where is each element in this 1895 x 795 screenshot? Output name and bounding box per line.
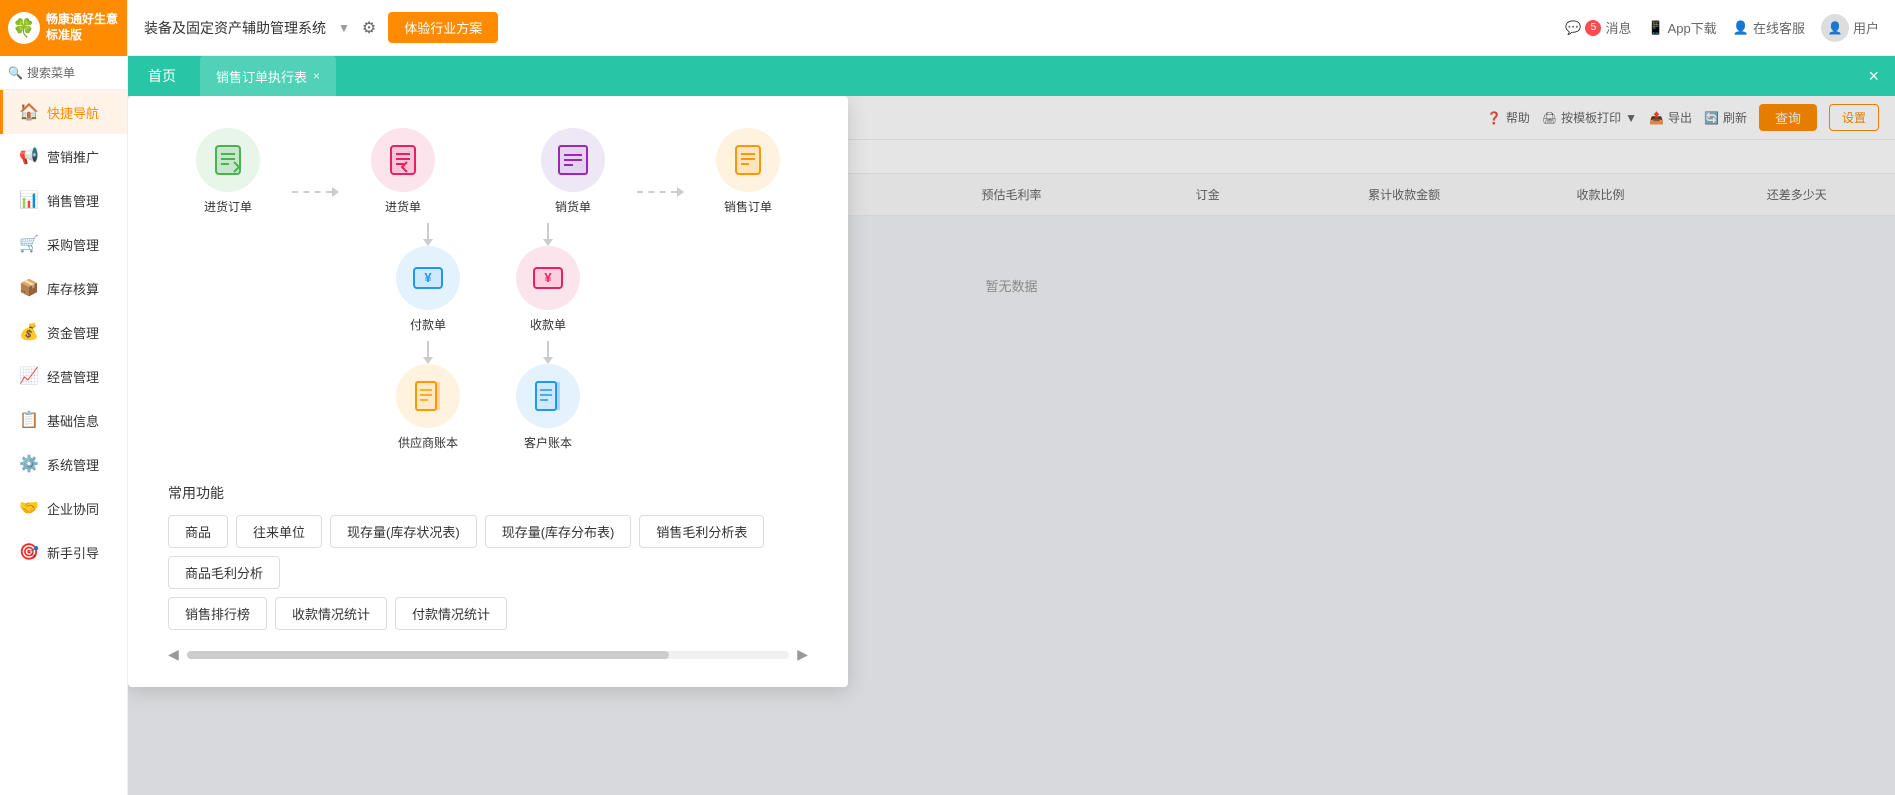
sales-bill-circle[interactable] xyxy=(541,128,605,192)
modal-overlay: 进货订单 进货单 xyxy=(128,96,1895,795)
flow-modal: 进货订单 进货单 xyxy=(128,96,848,687)
header-right: 💬 5 消息 📱 App下载 👤 在线客服 👤 用户 xyxy=(1565,14,1879,42)
sidebar-item-inventory[interactable]: 📦 库存核算 xyxy=(0,266,127,310)
payment-circle[interactable]: ¥ xyxy=(396,246,460,310)
phone-icon: 📱 xyxy=(1647,20,1663,36)
cf-btn-sales-rank[interactable]: 销售排行榜 xyxy=(168,597,267,630)
sidebar-item-quick-nav[interactable]: 🏠 快捷导航 xyxy=(0,90,127,134)
sales-icon: 📊 xyxy=(19,190,39,210)
logo-icon: 🍀 xyxy=(8,12,40,44)
svg-text:¥: ¥ xyxy=(424,270,432,285)
modal-scrollbar: ◀ ▶ xyxy=(168,646,808,663)
flow-node-purchase-bill[interactable]: 进货单 xyxy=(343,128,463,215)
guide-icon: 🎯 xyxy=(19,542,39,562)
sidebar-nav: 🏠 快捷导航 📢 营销推广 📊 销售管理 🛒 采购管理 📦 库存核算 💰 资金管… xyxy=(0,90,127,795)
purchase-bill-circle[interactable] xyxy=(371,128,435,192)
enterprise-icon: 🤝 xyxy=(19,498,39,518)
arrow-sales-order-to-bill xyxy=(633,187,688,197)
service-icon: 👤 xyxy=(1733,20,1749,36)
common-functions: 常用功能 商品 往来单位 现存量(库存状况表) 现存量(库存分布表) 销售毛利分… xyxy=(168,483,808,630)
sidebar-logo: 🍀 畅康通好生意 标准版 xyxy=(0,0,127,56)
gear-icon[interactable]: ⚙ xyxy=(362,18,376,38)
tab-bar-close-icon[interactable]: × xyxy=(1852,66,1895,87)
flow-node-customer-ledger[interactable]: 客户账本 xyxy=(488,364,608,451)
sidebar-item-guide[interactable]: 🎯 新手引导 xyxy=(0,530,127,574)
sidebar-item-basic-info[interactable]: 📋 基础信息 xyxy=(0,398,127,442)
sidebar-item-sales[interactable]: 📊 销售管理 xyxy=(0,178,127,222)
tab-home[interactable]: 首页 xyxy=(128,56,196,96)
message-item[interactable]: 💬 5 消息 xyxy=(1565,18,1631,37)
cf-btn-payment-stats[interactable]: 付款情况统计 xyxy=(395,597,507,630)
sidebar-item-finance[interactable]: 💰 资金管理 xyxy=(0,310,127,354)
top-header: 装备及固定资产辅助管理系统 ▼ ⚙ 体验行业方案 💬 5 消息 📱 App下载 … xyxy=(128,0,1895,56)
cf-btn-stock-status[interactable]: 现存量(库存状况表) xyxy=(330,515,477,548)
cf-btn-product[interactable]: 商品 xyxy=(168,515,228,548)
cf-btn-sales-profit[interactable]: 销售毛利分析表 xyxy=(639,515,764,548)
flow-node-supplier-ledger[interactable]: 供应商账本 xyxy=(368,364,488,451)
scroll-right-icon[interactable]: ▶ xyxy=(797,646,808,663)
sidebar-search[interactable]: 🔍 搜索菜单 xyxy=(0,56,127,90)
flow-node-purchase-order[interactable]: 进货订单 xyxy=(168,128,288,215)
sidebar-item-enterprise[interactable]: 🤝 企业协同 xyxy=(0,486,127,530)
user-item[interactable]: 👤 用户 xyxy=(1821,14,1879,42)
sidebar-item-purchase[interactable]: 🛒 采购管理 xyxy=(0,222,127,266)
scrollbar-track[interactable] xyxy=(187,651,789,659)
service-item[interactable]: 👤 在线客服 xyxy=(1733,18,1805,37)
home-icon: 🏠 xyxy=(19,102,39,122)
common-functions-title: 常用功能 xyxy=(168,483,808,503)
sidebar-item-marketing[interactable]: 📢 营销推广 xyxy=(0,134,127,178)
inventory-icon: 📦 xyxy=(19,278,39,298)
cf-buttons-row2: 销售排行榜 收款情况统计 付款情况统计 xyxy=(168,597,808,630)
search-icon: 🔍 xyxy=(8,66,23,80)
system-icon: ⚙️ xyxy=(19,454,39,474)
supplier-ledger-circle[interactable] xyxy=(396,364,460,428)
svg-text:¥: ¥ xyxy=(544,270,552,285)
flow-node-sales-order[interactable]: 销售订单 xyxy=(688,128,808,215)
operations-icon: 📈 xyxy=(19,366,39,386)
customer-ledger-circle[interactable] xyxy=(516,364,580,428)
app-download-item[interactable]: 📱 App下载 xyxy=(1647,18,1716,37)
system-title: 装备及固定资产辅助管理系统 xyxy=(144,18,326,38)
cf-btn-partner[interactable]: 往来单位 xyxy=(236,515,322,548)
message-badge: 5 xyxy=(1585,20,1601,36)
header-dropdown-arrow[interactable]: ▼ xyxy=(338,21,350,35)
tab-bar: 首页 销售订单执行表 × × xyxy=(128,56,1895,96)
cf-buttons-row1: 商品 往来单位 现存量(库存状况表) 现存量(库存分布表) 销售毛利分析表 商品… xyxy=(168,515,808,589)
trial-button[interactable]: 体验行业方案 xyxy=(388,12,498,43)
cf-btn-receipt-stats[interactable]: 收款情况统计 xyxy=(275,597,387,630)
flow-node-sales-bill[interactable]: 销货单 xyxy=(513,128,633,215)
content-area: 📅 单据状态 ❓ 帮助 🖨 按模板打印 ▼ xyxy=(128,96,1895,795)
receipt-circle[interactable]: ¥ xyxy=(516,246,580,310)
scrollbar-thumb xyxy=(187,651,669,659)
message-icon: 💬 xyxy=(1565,20,1581,36)
flow-node-receipt[interactable]: ¥ 收款单 xyxy=(488,246,608,333)
sales-order-circle[interactable] xyxy=(716,128,780,192)
sidebar: 🍀 畅康通好生意 标准版 🔍 搜索菜单 🏠 快捷导航 📢 营销推广 📊 销售管理… xyxy=(0,0,128,795)
flow-node-payment[interactable]: ¥ 付款单 xyxy=(368,246,488,333)
main-area: 装备及固定资产辅助管理系统 ▼ ⚙ 体验行业方案 💬 5 消息 📱 App下载 … xyxy=(128,0,1895,795)
tab-close-icon[interactable]: × xyxy=(313,69,320,83)
sidebar-item-system[interactable]: ⚙️ 系统管理 xyxy=(0,442,127,486)
scroll-left-icon[interactable]: ◀ xyxy=(168,646,179,663)
tab-sales-order[interactable]: 销售订单执行表 × xyxy=(200,56,336,96)
basic-info-icon: 📋 xyxy=(19,410,39,430)
finance-icon: 💰 xyxy=(19,322,39,342)
sidebar-item-operations[interactable]: 📈 经营管理 xyxy=(0,354,127,398)
cf-btn-product-profit[interactable]: 商品毛利分析 xyxy=(168,556,280,589)
flow-diagram: 进货订单 进货单 xyxy=(168,128,808,459)
logo-text: 畅康通好生意 标准版 xyxy=(46,12,118,43)
cf-btn-stock-dist[interactable]: 现存量(库存分布表) xyxy=(485,515,632,548)
avatar: 👤 xyxy=(1821,14,1849,42)
purchase-order-circle[interactable] xyxy=(196,128,260,192)
purchase-icon: 🛒 xyxy=(19,234,39,254)
marketing-icon: 📢 xyxy=(19,146,39,166)
arrow-purchase-order-to-bill xyxy=(288,187,343,197)
